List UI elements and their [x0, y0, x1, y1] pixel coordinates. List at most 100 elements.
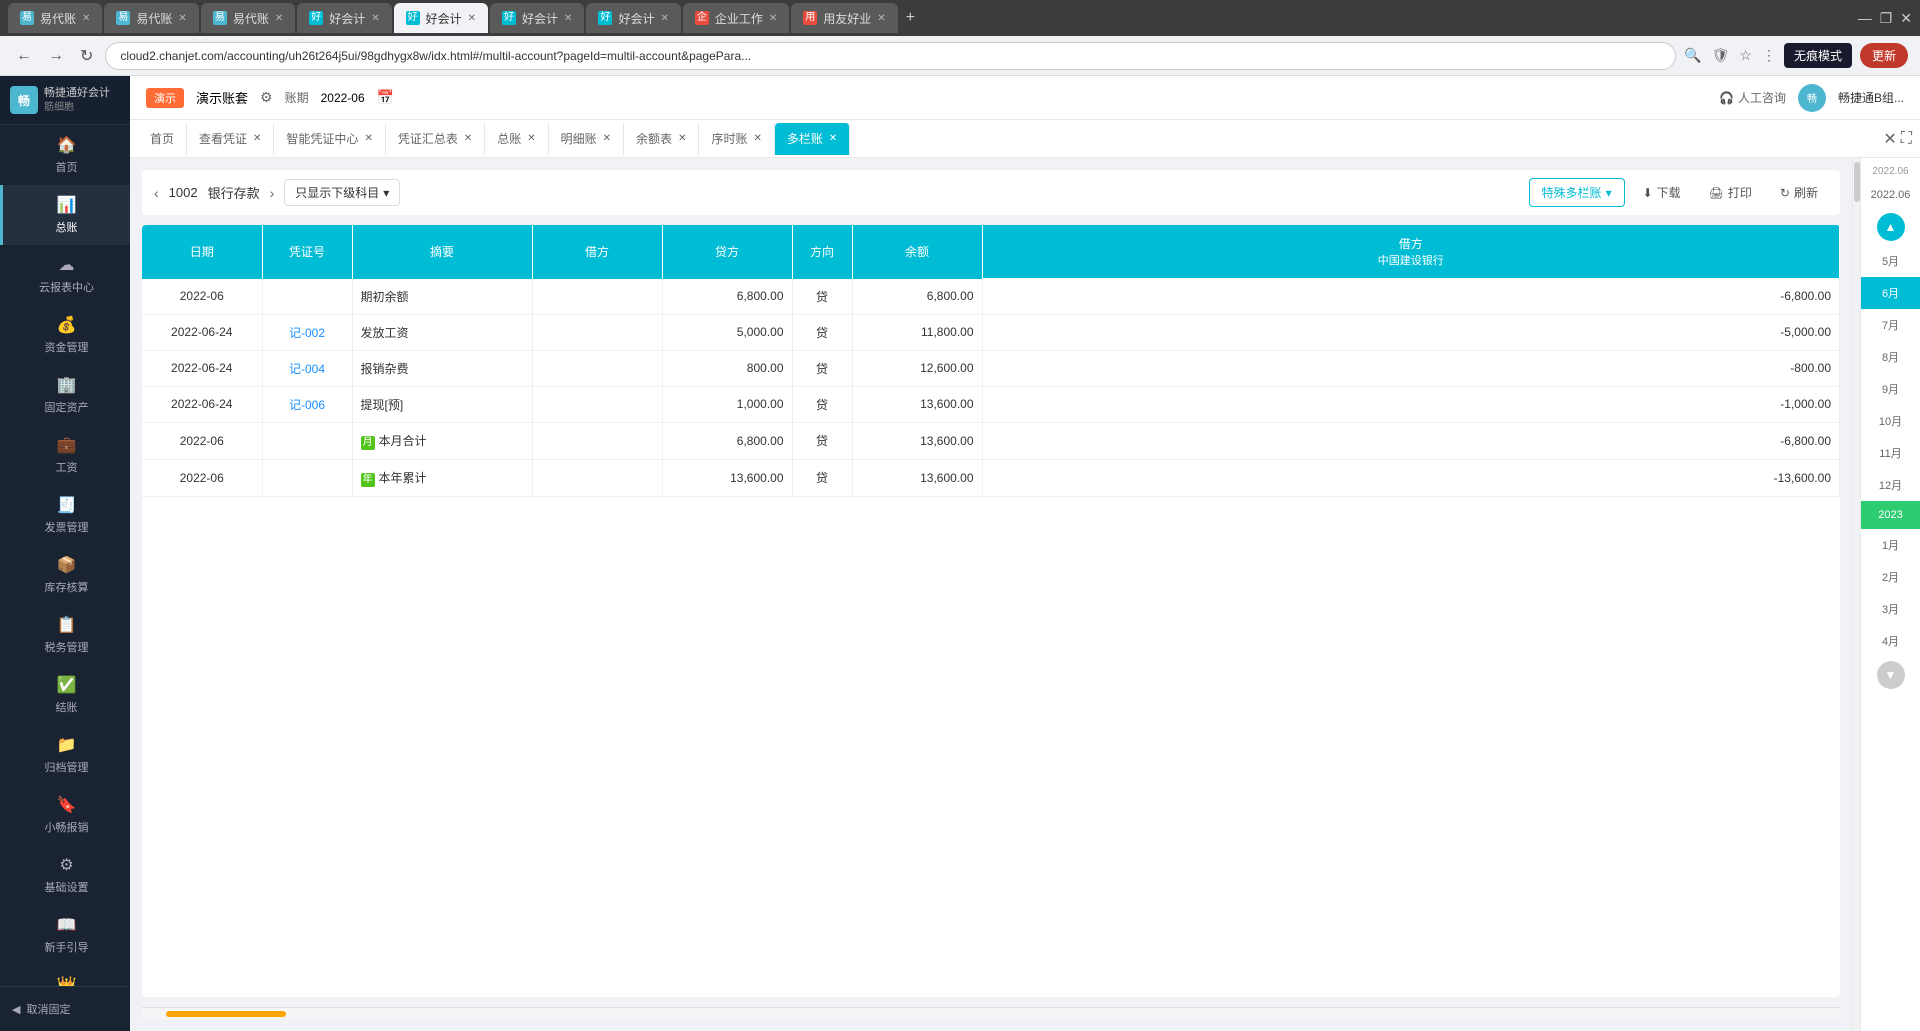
- sidebar-item-close-account[interactable]: ✅ 结账: [0, 665, 130, 725]
- cell-balance: 6,800.00: [852, 279, 982, 315]
- sidebar-item-expense[interactable]: 🔖 小畅报销: [0, 785, 130, 845]
- page-tab-smart-voucher[interactable]: 智能凭证中心 ✕: [274, 123, 385, 155]
- sidebar-item-invoice[interactable]: 🧾 发票管理: [0, 485, 130, 545]
- sidebar-item-ledger[interactable]: 📊 总账: [0, 185, 130, 245]
- sidebar-item-settings[interactable]: ⚙ 基础设置: [0, 845, 130, 905]
- date-nav-item-2022-06-top[interactable]: 2022.06: [1861, 181, 1920, 209]
- sidebar-item-archive[interactable]: 📁 归档管理: [0, 725, 130, 785]
- new-tab-button[interactable]: +: [900, 9, 921, 27]
- tab-close-7[interactable]: ✕: [660, 13, 668, 24]
- page-tab-home[interactable]: 首页: [138, 123, 187, 155]
- date-nav-item-dec[interactable]: 12月: [1861, 469, 1920, 501]
- sidebar-item-payroll[interactable]: 💼 工资: [0, 425, 130, 485]
- voucher-link[interactable]: 记-004: [289, 362, 325, 376]
- tab-close-voucher-summary[interactable]: ✕: [464, 133, 472, 144]
- date-nav-item-jun[interactable]: 6月: [1861, 277, 1920, 309]
- page-tab-balance[interactable]: 余额表 ✕: [624, 123, 699, 155]
- unpin-button[interactable]: ◀ 取消固定: [8, 995, 122, 1023]
- calendar-icon[interactable]: 📅: [377, 89, 394, 106]
- refresh-button[interactable]: ↻ 刷新: [1770, 179, 1828, 206]
- tab-close-8[interactable]: ✕: [769, 13, 777, 24]
- tab-yidaizhang-2[interactable]: 易 易代账 ✕: [104, 3, 198, 33]
- tab-qiyegongzuo[interactable]: 企 企业工作 ✕: [683, 3, 789, 33]
- date-nav-up-button[interactable]: ▲: [1877, 213, 1905, 241]
- tab-close-9[interactable]: ✕: [877, 13, 885, 24]
- tab-close-2[interactable]: ✕: [178, 13, 186, 24]
- sidebar-item-inventory[interactable]: 📦 库存核算: [0, 545, 130, 605]
- date-nav-item-feb[interactable]: 2月: [1861, 561, 1920, 593]
- scroll-thumb[interactable]: [166, 1011, 286, 1017]
- sidebar-item-cloud-reports[interactable]: ☁ 云报表中心: [0, 245, 130, 305]
- sidebar-item-guide[interactable]: 📖 新手引导: [0, 905, 130, 965]
- scroll-thumb-vertical[interactable]: [1854, 162, 1860, 202]
- date-nav-item-nov[interactable]: 11月: [1861, 437, 1920, 469]
- update-button[interactable]: 更新: [1860, 43, 1908, 68]
- tab-haohuiji-6[interactable]: 好 好会计 ✕: [490, 3, 584, 33]
- back-button[interactable]: ←: [12, 43, 36, 69]
- refresh-button[interactable]: ↻: [76, 42, 97, 70]
- tab-close-3[interactable]: ✕: [275, 13, 283, 24]
- tab-close-6[interactable]: ✕: [564, 13, 572, 24]
- page-tab-sequence[interactable]: 序时账 ✕: [699, 123, 774, 155]
- browser-menu-icon[interactable]: ⋮: [1762, 47, 1776, 64]
- prev-account-button[interactable]: ‹: [154, 185, 159, 201]
- date-nav-item-aug[interactable]: 8月: [1861, 341, 1920, 373]
- tab-close-general-ledger[interactable]: ✕: [527, 133, 535, 144]
- maximize-button[interactable]: ❐: [1880, 10, 1893, 27]
- tab-close-detail-ledger[interactable]: ✕: [603, 133, 611, 144]
- page-tab-general-ledger[interactable]: 总账 ✕: [485, 123, 548, 155]
- page-tab-detail-ledger[interactable]: 明细账 ✕: [549, 123, 624, 155]
- date-nav-item-oct[interactable]: 10月: [1861, 405, 1920, 437]
- sidebar-item-fixed-assets[interactable]: 🏢 固定资产: [0, 365, 130, 425]
- date-nav-item-jan[interactable]: 1月: [1861, 529, 1920, 561]
- tab-haohuiji-4[interactable]: 好 好会计 ✕: [297, 3, 391, 33]
- tab-close-1[interactable]: ✕: [82, 13, 90, 24]
- sub-filter-toggle[interactable]: 只显示下级科目 ▾: [284, 179, 400, 206]
- page-tab-voucher-summary[interactable]: 凭证汇总表 ✕: [386, 123, 485, 155]
- sidebar-item-home[interactable]: 🏠 首页: [0, 125, 130, 185]
- tab-close-4[interactable]: ✕: [371, 13, 379, 24]
- collapse-tab-button[interactable]: ✕: [1883, 129, 1896, 149]
- search-icon[interactable]: 🔍: [1684, 47, 1701, 64]
- url-input[interactable]: [105, 42, 1676, 70]
- tab-yidaizhang-1[interactable]: 易 易代账 ✕: [8, 3, 102, 33]
- star-icon[interactable]: ☆: [1739, 47, 1752, 64]
- tab-close-view-voucher[interactable]: ✕: [253, 133, 261, 144]
- date-nav-item-apr[interactable]: 4月: [1861, 625, 1920, 657]
- tab-haohuiji-5[interactable]: 好 好会计 ✕: [394, 3, 488, 33]
- sidebar-item-funds[interactable]: 💰 资金管理: [0, 305, 130, 365]
- date-nav-down-button[interactable]: ▼: [1877, 661, 1905, 689]
- tab-close-balance[interactable]: ✕: [678, 133, 686, 144]
- wuhen-button[interactable]: 无痕模式: [1784, 43, 1852, 68]
- date-nav-item-mar[interactable]: 3月: [1861, 593, 1920, 625]
- date-nav-year-2023[interactable]: 2023: [1861, 501, 1920, 529]
- tab-yongyou[interactable]: 用 用友好业 ✕: [791, 3, 897, 33]
- voucher-link[interactable]: 记-002: [289, 326, 325, 340]
- horizontal-scrollbar[interactable]: [142, 1007, 1840, 1019]
- forward-button[interactable]: →: [44, 43, 68, 69]
- tab-haohuiji-7[interactable]: 好 好会计 ✕: [586, 3, 680, 33]
- shield-icon[interactable]: 🛡: [1712, 47, 1730, 64]
- consultant-button[interactable]: 🎧 人工咨询: [1719, 89, 1786, 106]
- date-nav-item-sep[interactable]: 9月: [1861, 373, 1920, 405]
- expand-tab-button[interactable]: ⛶: [1901, 129, 1912, 149]
- download-button[interactable]: ⬇ 下载: [1633, 179, 1691, 206]
- tab-close-sequence[interactable]: ✕: [753, 133, 761, 144]
- page-tab-view-voucher[interactable]: 查看凭证 ✕: [187, 123, 274, 155]
- tab-close-multi-column[interactable]: ✕: [829, 133, 837, 144]
- tab-close-5[interactable]: ✕: [468, 13, 476, 24]
- next-account-button[interactable]: ›: [270, 185, 275, 201]
- date-nav-item-may[interactable]: 5月: [1861, 245, 1920, 277]
- gear-settings-icon[interactable]: ⚙: [260, 89, 273, 106]
- tab-yidaizhang-3[interactable]: 易 易代账 ✕: [201, 3, 295, 33]
- minimize-button[interactable]: —: [1858, 10, 1872, 26]
- special-multi-account-button[interactable]: 特殊多栏账 ▾: [1529, 178, 1625, 207]
- close-browser-button[interactable]: ✕: [1900, 10, 1912, 27]
- sidebar-item-membership[interactable]: 👑 畅会员: [0, 965, 130, 986]
- page-tab-multi-column[interactable]: 多栏账 ✕: [775, 123, 850, 155]
- print-button[interactable]: 🖨 打印: [1699, 179, 1762, 206]
- sidebar-item-tax[interactable]: 📋 税务管理: [0, 605, 130, 665]
- date-nav-item-jul[interactable]: 7月: [1861, 309, 1920, 341]
- voucher-link[interactable]: 记-006: [289, 398, 325, 412]
- tab-close-smart-voucher[interactable]: ✕: [364, 133, 372, 144]
